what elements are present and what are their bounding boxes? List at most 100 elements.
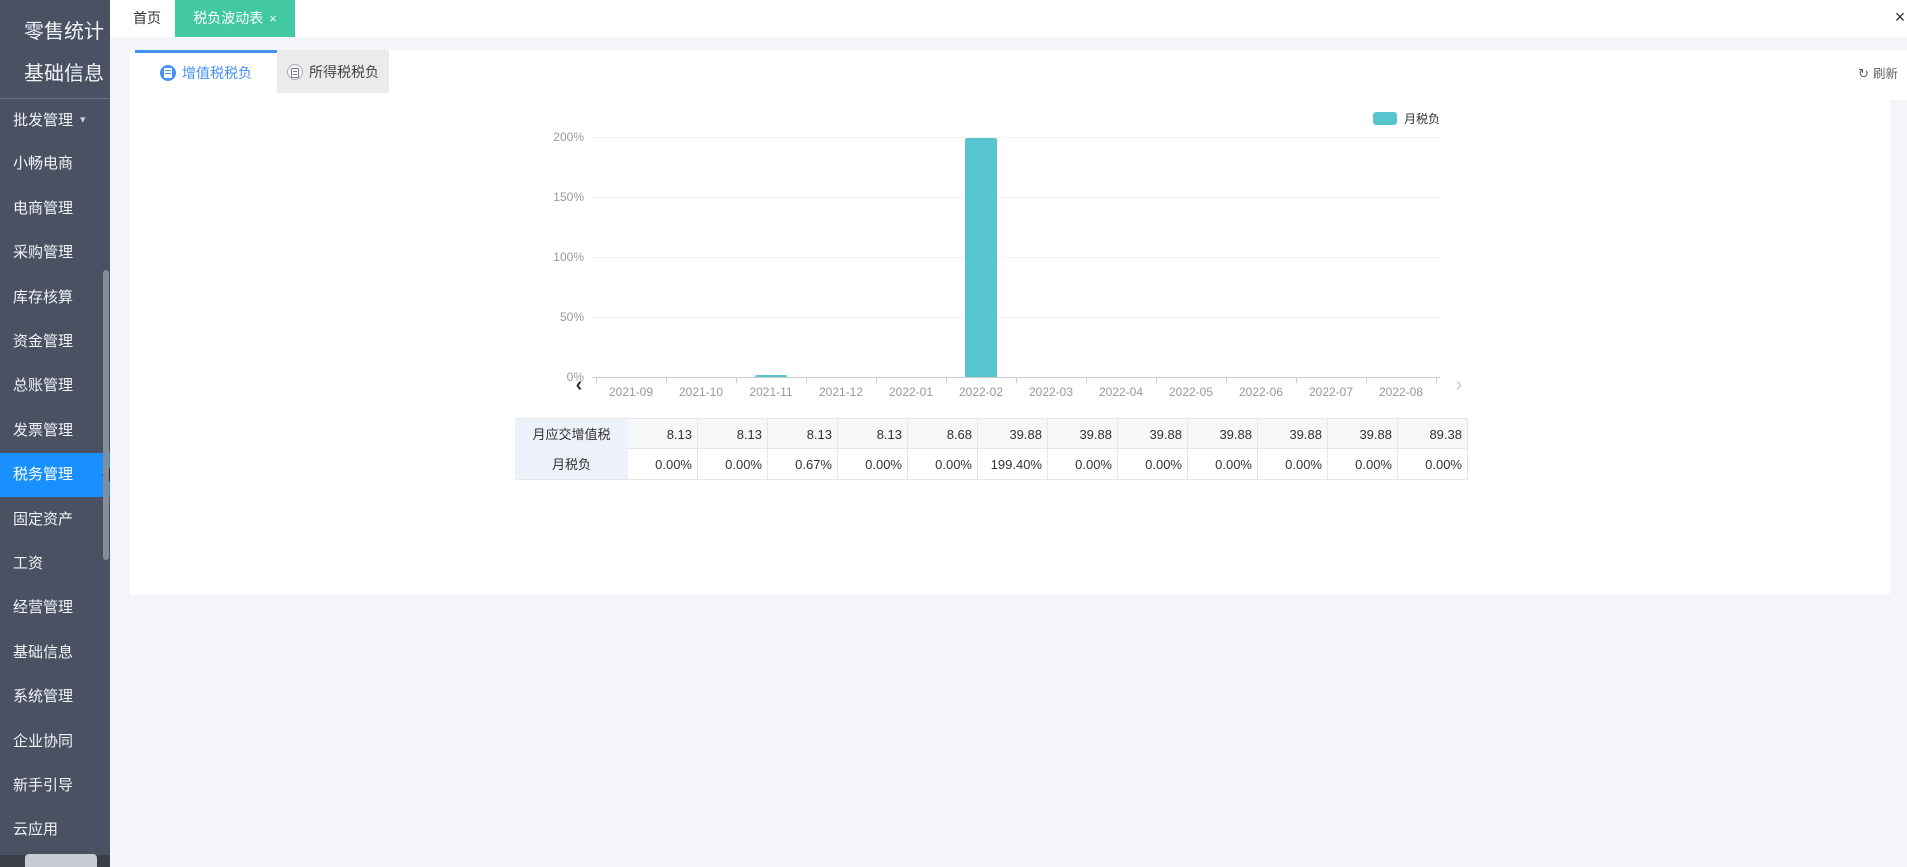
- y-axis-tick-label: 150%: [553, 190, 584, 204]
- table-cell: 0.00%: [628, 449, 698, 480]
- sidebar-scrollbar[interactable]: [103, 270, 109, 560]
- sidebar-item-采购管理[interactable]: 采购管理: [0, 231, 110, 275]
- table-cell: 0.67%: [768, 449, 838, 480]
- x-axis-label: 2022-06: [1238, 385, 1284, 399]
- chevron-down-icon: ▾: [80, 114, 86, 126]
- x-axis-tick: [1366, 378, 1367, 383]
- table-cell: 8.13: [838, 418, 908, 449]
- table-cell: 39.88: [1258, 418, 1328, 449]
- table-cell: 89.38: [1398, 418, 1468, 449]
- gridline: [592, 317, 1440, 318]
- x-axis-tick: [666, 378, 667, 383]
- table-cell: 0.00%: [698, 449, 768, 480]
- y-axis-tick-label: 50%: [559, 310, 584, 324]
- subtab-bar: 增值税税负 所得税税负 ↻ 刷新: [130, 50, 1907, 100]
- sidebar-item-固定资产[interactable]: 固定资产: [0, 498, 110, 542]
- table-cell: 8.68: [908, 418, 978, 449]
- sidebar-item-基础信息[interactable]: 基础信息: [0, 631, 110, 675]
- x-axis-tick: [1296, 378, 1297, 383]
- x-axis-label: 2022-03: [1028, 385, 1074, 399]
- tab-close-icon[interactable]: ×: [269, 11, 277, 26]
- sidebar-item-零售统计[interactable]: 零售统计: [0, 11, 110, 53]
- sidebar-item-发票管理[interactable]: 发票管理: [0, 409, 110, 453]
- x-axis-label: 2022-05: [1168, 385, 1214, 399]
- sidebar-item-企业协同[interactable]: 企业协同: [0, 720, 110, 764]
- sidebar-collapse-button[interactable]: [25, 854, 97, 867]
- table-cell: 0.00%: [1398, 449, 1468, 480]
- sidebar-item-新手引导[interactable]: 新手引导: [0, 764, 110, 808]
- bar-2022-02: [965, 138, 997, 377]
- gridline: [592, 257, 1440, 258]
- table-cell: 199.40%: [978, 449, 1048, 480]
- sidebar: 零售统计 基础信息 批发管理 ▾ 小畅电商 电商管理 采购管理 库存核算 资金管理 总账管理 发票管…: [0, 0, 110, 867]
- tab-active-label: 税负波动表: [193, 10, 264, 26]
- y-axis-tick-label: 0%: [566, 370, 584, 384]
- sidebar-item-电商管理[interactable]: 电商管理: [0, 187, 110, 231]
- x-axis-label: 2022-02: [958, 385, 1004, 399]
- x-axis-label: 2021-10: [678, 385, 724, 399]
- x-axis-tick: [806, 378, 807, 383]
- x-axis-tick: [1156, 378, 1157, 383]
- sidebar-item-经营管理[interactable]: 经营管理: [0, 586, 110, 630]
- sidebar-item-工资[interactable]: 工资: [0, 542, 110, 586]
- x-axis-label: 2021-12: [818, 385, 864, 399]
- table-cell: 0.00%: [1188, 449, 1258, 480]
- sidebar-item-基础信息[interactable]: 基础信息: [0, 53, 110, 95]
- sidebar-item-库存核算[interactable]: 库存核算: [0, 276, 110, 320]
- sidebar-item-小畅电商[interactable]: 小畅电商: [0, 142, 110, 186]
- x-axis-tick: [876, 378, 877, 383]
- table-row-header: 月税负: [551, 457, 591, 472]
- subtab-vat[interactable]: 增值税税负: [135, 50, 277, 93]
- x-axis-tick: [946, 378, 947, 383]
- sidebar-item-税务管理[interactable]: 税务管理: [0, 453, 110, 498]
- y-axis-tick-label: 100%: [553, 250, 584, 264]
- subtab-vat-label: 增值税税负: [182, 65, 252, 81]
- refresh-label: 刷新: [1872, 67, 1898, 81]
- x-axis-tick: [596, 378, 597, 383]
- sidebar-item-总账管理[interactable]: 总账管理: [0, 364, 110, 408]
- x-axis-tick: [1086, 378, 1087, 383]
- table-cell: 39.88: [1118, 418, 1188, 449]
- x-axis-label: 2022-01: [888, 385, 934, 399]
- x-axis-tick: [1016, 378, 1017, 383]
- table-row-header: 月应交增值税: [532, 427, 611, 442]
- chart-panel: 月税负 ‹ › 200% 150% 100% 50% 0% 2021-09 2021-10 2…: [130, 100, 1890, 595]
- x-axis-label: 2022-08: [1378, 385, 1424, 399]
- window-close-icon[interactable]: ×: [1888, 5, 1907, 29]
- bar-2021-11: [755, 375, 787, 377]
- x-axis-tick: [1436, 378, 1437, 383]
- pager-next-icon[interactable]: ›: [1450, 375, 1468, 395]
- legend-label: 月税负: [1404, 112, 1441, 126]
- subtab-income-tax[interactable]: 所得税税负: [277, 50, 389, 93]
- table-cell: 0.00%: [908, 449, 978, 480]
- sidebar-item-云应用[interactable]: 云应用: [0, 808, 110, 852]
- refresh-button[interactable]: ↻ 刷新: [1858, 64, 1898, 84]
- x-axis-label: 2021-09: [608, 385, 654, 399]
- tab-tax-fluctuation[interactable]: 税负波动表 ×: [175, 0, 295, 37]
- table-cell: 0.00%: [1118, 449, 1188, 480]
- sidebar-item-批发管理[interactable]: 批发管理 ▾: [0, 98, 110, 142]
- tab-strip: 首页 税负波动表 × ×: [110, 0, 1907, 37]
- sidebar-item-资金管理[interactable]: 资金管理: [0, 320, 110, 364]
- x-axis-label: 2022-04: [1098, 385, 1144, 399]
- table-cell: 8.13: [628, 418, 698, 449]
- x-axis-label: 2021-11: [749, 385, 793, 399]
- x-axis-tick: [1226, 378, 1227, 383]
- table-cell: 39.88: [978, 418, 1048, 449]
- table-row-header-column: 月应交增值税 月税负: [515, 418, 628, 480]
- legend-swatch: [1373, 112, 1397, 125]
- vat-doc-icon: [160, 65, 176, 81]
- sidebar-item-系统管理[interactable]: 系统管理: [0, 675, 110, 719]
- legend-item[interactable]: 月税负: [1373, 110, 1440, 127]
- table-cell: 0.00%: [838, 449, 908, 480]
- table-cell: 39.88: [1328, 418, 1398, 449]
- table-cell: 0.00%: [1048, 449, 1118, 480]
- sidebar-divider: [0, 98, 110, 99]
- refresh-icon: ↻: [1858, 66, 1869, 81]
- table-cell: 8.13: [768, 418, 838, 449]
- tab-home[interactable]: 首页: [110, 0, 184, 37]
- table-cell: 0.00%: [1258, 449, 1328, 480]
- gridline: [592, 137, 1440, 138]
- tab-home-label: 首页: [133, 10, 161, 26]
- x-axis-tick: [736, 378, 737, 383]
